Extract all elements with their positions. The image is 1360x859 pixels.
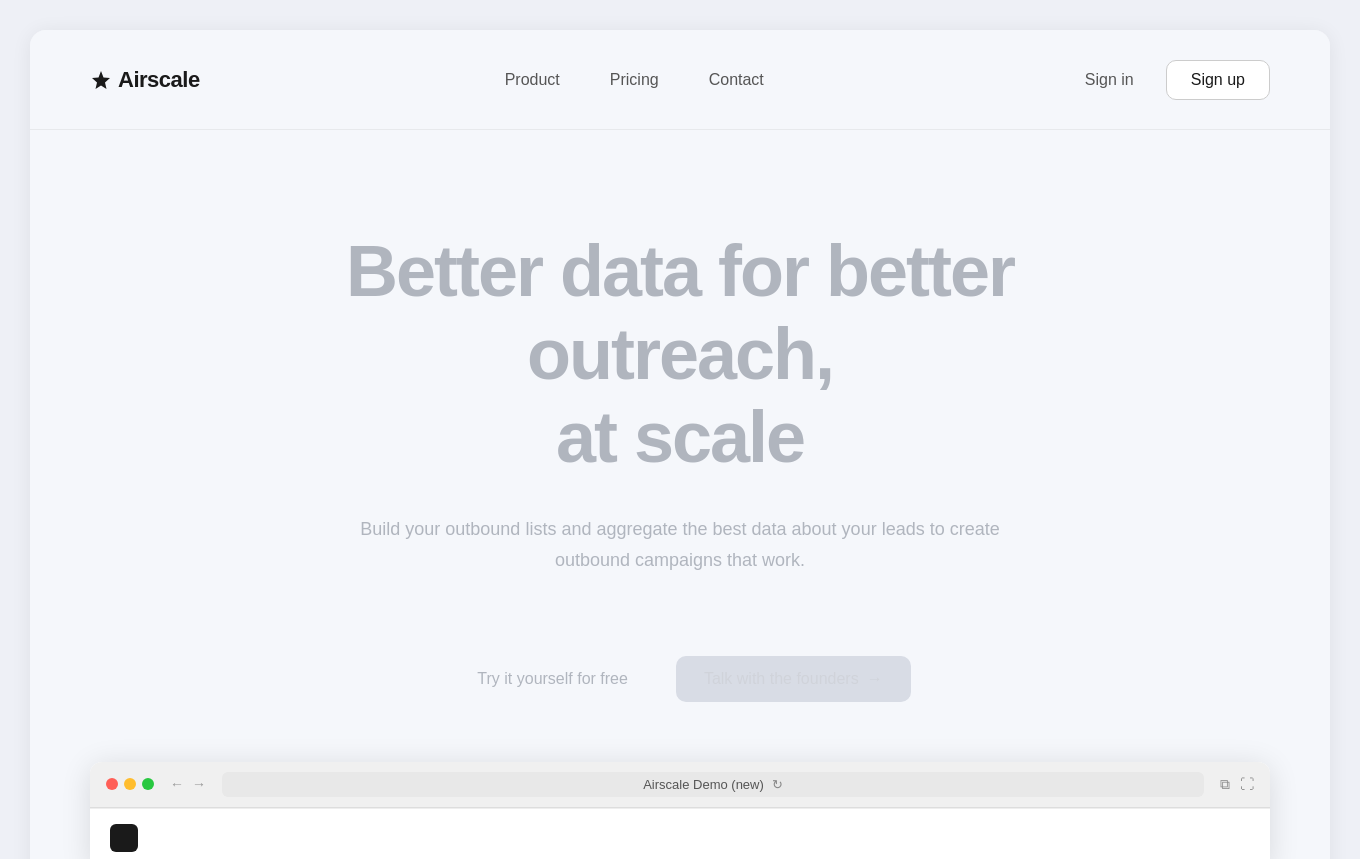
navbar: Airscale Product Pricing Contact Sign in… [30,30,1330,130]
browser-chrome: ← → Airscale Demo (new) ↻ ⧉ ⛶ [90,762,1270,808]
sign-in-button[interactable]: Sign in [1069,63,1150,97]
browser-back-button[interactable]: ← [170,776,184,792]
hero-subtitle: Build your outbound lists and aggregate … [360,514,1000,575]
logo[interactable]: Airscale [90,67,200,93]
dot-yellow[interactable] [124,778,136,790]
logo-text: Airscale [118,67,200,93]
url-bar-text: Airscale Demo (new) [643,777,764,792]
nav-actions: Sign in Sign up [1069,60,1270,100]
browser-forward-button[interactable]: → [192,776,206,792]
arrow-icon: → [867,670,883,688]
fullscreen-icon[interactable]: ⛶ [1240,776,1254,792]
hero-title: Better data for better outreach, at scal… [230,230,1130,478]
browser-dots [106,778,154,790]
sign-up-button[interactable]: Sign up [1166,60,1270,100]
nav-pricing[interactable]: Pricing [610,71,659,89]
talk-founders-button[interactable]: Talk with the founders → [676,656,911,702]
cta-row: Try it yourself for free Talk with the f… [449,656,910,702]
browser-actions: ⧉ ⛶ [1220,776,1254,793]
browser-content-logo [110,824,138,852]
refresh-icon[interactable]: ↻ [772,777,783,792]
nav-product[interactable]: Product [505,71,560,89]
browser-nav-buttons: ← → [170,776,206,792]
hero-section: Better data for better outreach, at scal… [30,130,1330,859]
logo-icon [90,69,112,91]
dot-green[interactable] [142,778,154,790]
nav-contact[interactable]: Contact [709,71,764,89]
browser-mockup: ← → Airscale Demo (new) ↻ ⧉ ⛶ [90,762,1270,859]
browser-content [90,808,1270,859]
browser-url-bar[interactable]: Airscale Demo (new) ↻ [222,772,1204,797]
nav-links: Product Pricing Contact [505,71,764,89]
dot-red[interactable] [106,778,118,790]
new-tab-icon[interactable]: ⧉ [1220,776,1230,793]
try-free-button[interactable]: Try it yourself for free [449,656,656,702]
